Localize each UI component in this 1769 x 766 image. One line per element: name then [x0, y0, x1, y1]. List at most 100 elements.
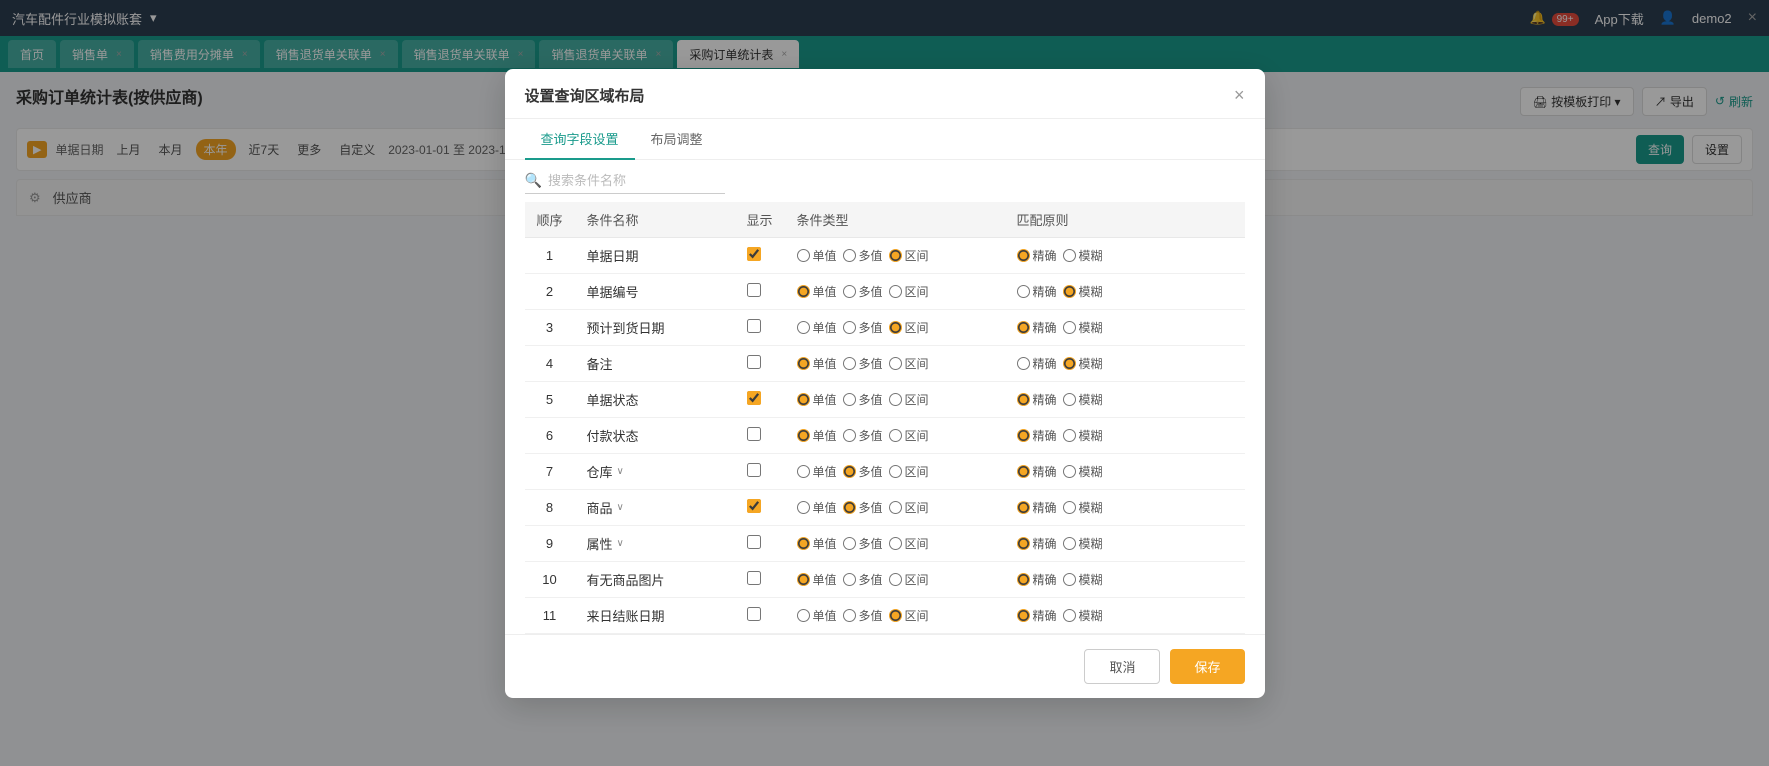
match-option-精确[interactable]: 精确 [1017, 571, 1057, 588]
cell-display [735, 381, 785, 417]
search-box: 🔍 [525, 172, 725, 194]
cancel-btn[interactable]: 取消 [1084, 649, 1160, 684]
expand-icon[interactable]: ∨ [617, 466, 624, 477]
type-option-多值[interactable]: 多值 [843, 247, 883, 264]
type-option-单值[interactable]: 单值 [797, 319, 837, 336]
type-option-多值[interactable]: 多值 [843, 391, 883, 408]
type-option-多值[interactable]: 多值 [843, 571, 883, 588]
match-option-模糊[interactable]: 模糊 [1063, 427, 1103, 444]
dialog-header: 设置查询区域布局 × [505, 69, 1265, 119]
display-checkbox[interactable] [747, 247, 761, 261]
display-checkbox[interactable] [747, 571, 761, 585]
type-option-多值[interactable]: 多值 [843, 319, 883, 336]
type-option-区间[interactable]: 区间 [889, 247, 929, 264]
cell-display [735, 597, 785, 633]
match-option-模糊[interactable]: 模糊 [1063, 355, 1103, 372]
match-option-精确[interactable]: 精确 [1017, 607, 1057, 624]
type-option-单值[interactable]: 单值 [797, 571, 837, 588]
condition-name-label: 仓库 ∨ [587, 462, 723, 481]
dialog-tab-layout[interactable]: 布局调整 [635, 119, 719, 160]
match-option-精确[interactable]: 精确 [1017, 319, 1057, 336]
type-option-多值[interactable]: 多值 [843, 499, 883, 516]
cell-type: 单值多值区间 [785, 417, 1005, 453]
match-option-精确[interactable]: 精确 [1017, 283, 1057, 300]
display-checkbox[interactable] [747, 463, 761, 477]
type-option-区间[interactable]: 区间 [889, 319, 929, 336]
cell-match: 精确模糊 [1005, 417, 1245, 453]
type-option-区间[interactable]: 区间 [889, 535, 929, 552]
match-option-精确[interactable]: 精确 [1017, 355, 1057, 372]
match-option-模糊[interactable]: 模糊 [1063, 499, 1103, 516]
display-checkbox[interactable] [747, 607, 761, 621]
match-option-模糊[interactable]: 模糊 [1063, 247, 1103, 264]
type-option-区间[interactable]: 区间 [889, 499, 929, 516]
match-option-精确[interactable]: 精确 [1017, 391, 1057, 408]
cell-type: 单值多值区间 [785, 237, 1005, 273]
type-option-区间[interactable]: 区间 [889, 283, 929, 300]
match-option-精确[interactable]: 精确 [1017, 535, 1057, 552]
type-option-单值[interactable]: 单值 [797, 427, 837, 444]
cell-name: 来日结账日期 [575, 597, 735, 633]
type-option-单值[interactable]: 单值 [797, 391, 837, 408]
display-checkbox[interactable] [747, 319, 761, 333]
cell-display [735, 525, 785, 561]
cell-display [735, 345, 785, 381]
cell-match: 精确模糊 [1005, 309, 1245, 345]
cell-name: 仓库 ∨ [575, 453, 735, 489]
type-option-单值[interactable]: 单值 [797, 463, 837, 480]
type-option-单值[interactable]: 单值 [797, 607, 837, 624]
type-option-区间[interactable]: 区间 [889, 427, 929, 444]
cell-match: 精确模糊 [1005, 525, 1245, 561]
display-checkbox[interactable] [747, 355, 761, 369]
cell-display [735, 489, 785, 525]
type-option-多值[interactable]: 多值 [843, 463, 883, 480]
dialog-close-btn[interactable]: × [1234, 86, 1245, 104]
type-option-区间[interactable]: 区间 [889, 571, 929, 588]
match-option-精确[interactable]: 精确 [1017, 247, 1057, 264]
match-option-模糊[interactable]: 模糊 [1063, 463, 1103, 480]
type-option-多值[interactable]: 多值 [843, 535, 883, 552]
type-option-单值[interactable]: 单值 [797, 247, 837, 264]
match-option-模糊[interactable]: 模糊 [1063, 571, 1103, 588]
display-checkbox[interactable] [747, 391, 761, 405]
cell-name: 有无商品图片 [575, 561, 735, 597]
th-order: 顺序 [525, 202, 575, 238]
settings-dialog: 设置查询区域布局 × 查询字段设置 布局调整 🔍 顺序 [505, 69, 1265, 698]
match-option-模糊[interactable]: 模糊 [1063, 607, 1103, 624]
type-option-单值[interactable]: 单值 [797, 283, 837, 300]
expand-icon[interactable]: ∨ [617, 502, 624, 513]
search-input[interactable] [548, 173, 708, 188]
save-btn[interactable]: 保存 [1170, 649, 1244, 684]
type-option-多值[interactable]: 多值 [843, 427, 883, 444]
type-option-单值[interactable]: 单值 [797, 535, 837, 552]
type-option-区间[interactable]: 区间 [889, 355, 929, 372]
type-option-多值[interactable]: 多值 [843, 607, 883, 624]
match-option-精确[interactable]: 精确 [1017, 427, 1057, 444]
type-option-区间[interactable]: 区间 [889, 607, 929, 624]
dialog-tab-fields[interactable]: 查询字段设置 [525, 119, 635, 160]
cell-name: 属性 ∨ [575, 525, 735, 561]
match-option-模糊[interactable]: 模糊 [1063, 319, 1103, 336]
match-option-模糊[interactable]: 模糊 [1063, 391, 1103, 408]
expand-icon[interactable]: ∨ [617, 538, 624, 549]
match-option-模糊[interactable]: 模糊 [1063, 283, 1103, 300]
match-option-模糊[interactable]: 模糊 [1063, 535, 1103, 552]
conditions-table: 顺序 条件名称 显示 条件类型 匹配原则 1单据日期单值多值区间精确模糊2单据编… [505, 202, 1265, 634]
match-option-精确[interactable]: 精确 [1017, 463, 1057, 480]
cell-name: 预计到货日期 [575, 309, 735, 345]
cell-order: 8 [525, 489, 575, 525]
match-option-精确[interactable]: 精确 [1017, 499, 1057, 516]
cell-name: 备注 [575, 345, 735, 381]
display-checkbox[interactable] [747, 283, 761, 297]
search-icon: 🔍 [525, 172, 542, 189]
display-checkbox[interactable] [747, 427, 761, 441]
display-checkbox[interactable] [747, 535, 761, 549]
type-option-单值[interactable]: 单值 [797, 499, 837, 516]
type-option-多值[interactable]: 多值 [843, 355, 883, 372]
type-option-区间[interactable]: 区间 [889, 391, 929, 408]
type-option-区间[interactable]: 区间 [889, 463, 929, 480]
display-checkbox[interactable] [747, 499, 761, 513]
type-option-多值[interactable]: 多值 [843, 283, 883, 300]
table-row: 10有无商品图片单值多值区间精确模糊 [525, 561, 1245, 597]
type-option-单值[interactable]: 单值 [797, 355, 837, 372]
